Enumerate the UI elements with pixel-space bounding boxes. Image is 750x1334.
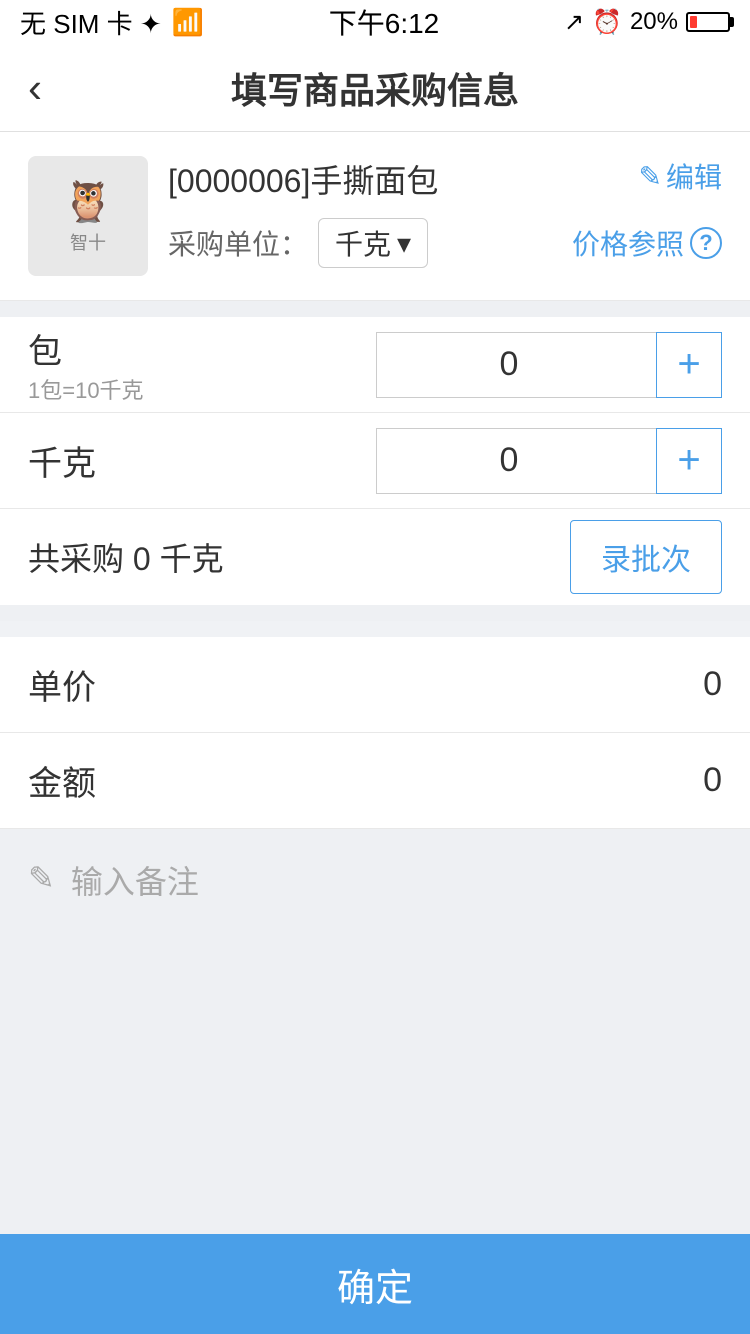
page-title: 填写商品采购信息 [231,62,519,114]
location-icon: ↗ [564,8,584,37]
status-left: 无 SIM 卡 ✦ 📶 [20,4,204,41]
product-name: [0000006]手撕面包 [168,156,438,202]
edit-button[interactable]: ✎ 编辑 [639,156,722,196]
battery-percent: 20% [630,8,678,36]
product-logo: 🦉 智十 [63,178,113,255]
kg-label: 千克 [28,436,148,485]
unit-select[interactable]: 千克 ▾ [318,218,428,268]
unit-label: 采购单位： [168,223,308,263]
kg-input-row: 千克 + [0,413,750,509]
kg-plus-button[interactable]: + [656,428,722,494]
confirm-button-label: 确定 [337,1257,413,1312]
remark-placeholder: 输入备注 [71,857,199,903]
wifi-icon: 📶 [172,7,204,38]
unit-price-row: 单价 0 [0,637,750,733]
product-info: [0000006]手撕面包 ✎ 编辑 采购单位： 千克 ▾ 价格参照 ? [168,156,722,268]
amount-value: 0 [703,761,722,800]
amount-row: 金额 0 [0,733,750,829]
bag-plus-button[interactable]: + [656,332,722,398]
bag-label-group: 包 1包=10千克 [28,324,148,405]
price-ref-label: 价格参照 [572,223,684,263]
bag-input-section: 包 1包=10千克 + [0,317,750,413]
alarm-icon: ⏰ [592,8,622,37]
unit-value: 千克 [335,223,391,263]
status-bar: 无 SIM 卡 ✦ 📶 下午6:12 ↗ ⏰ 20% [0,0,750,44]
bag-input-right: + [148,332,722,398]
unit-price-value: 0 [703,665,722,704]
section-separator-1 [0,301,750,317]
bag-quantity-input[interactable] [376,332,656,398]
price-section: 单价 0 金额 0 [0,637,750,829]
info-icon: ? [690,227,722,259]
back-button[interactable]: ‹ [28,67,42,109]
chevron-down-icon: ▾ [397,227,411,260]
edit-icon: ✎ [639,160,662,193]
kg-quantity-input[interactable] [376,428,656,494]
amount-label: 金额 [28,756,96,805]
kg-input-right: + [148,428,722,494]
price-reference-button[interactable]: 价格参照 ? [572,223,722,263]
remark-section[interactable]: ✎ 输入备注 [0,829,750,989]
nav-bar: ‹ 填写商品采购信息 [0,44,750,132]
kg-input-section: 千克 + [0,413,750,509]
status-time: 下午6:12 [329,2,440,42]
kg-label-group: 千克 [28,436,148,485]
status-right: ↗ ⏰ 20% [564,8,730,37]
confirm-bar[interactable]: 确定 [0,1234,750,1334]
sim-label: 无 SIM 卡 ✦ [20,4,162,41]
batch-button[interactable]: 录批次 [570,520,722,594]
section-separator-2 [0,605,750,621]
product-thumbnail: 🦉 智十 [28,156,148,276]
edit-label: 编辑 [666,156,722,196]
pencil-icon: ✎ [28,859,55,897]
total-label: 共采购 0 千克 [28,534,224,580]
product-card: 🦉 智十 [0000006]手撕面包 ✎ 编辑 采购单位： 千克 ▾ 价格参照 … [0,132,750,301]
bag-label: 包 [28,324,148,373]
unit-price-label: 单价 [28,660,96,709]
product-top-row: [0000006]手撕面包 ✎ 编辑 [168,156,722,202]
unit-selector-group: 采购单位： 千克 ▾ [168,218,428,268]
bag-input-row: 包 1包=10千克 + [0,317,750,413]
bag-sublabel: 1包=10千克 [28,373,148,405]
product-unit-row: 采购单位： 千克 ▾ 价格参照 ? [168,218,722,268]
total-row: 共采购 0 千克 录批次 [0,509,750,605]
battery-icon [686,12,730,32]
